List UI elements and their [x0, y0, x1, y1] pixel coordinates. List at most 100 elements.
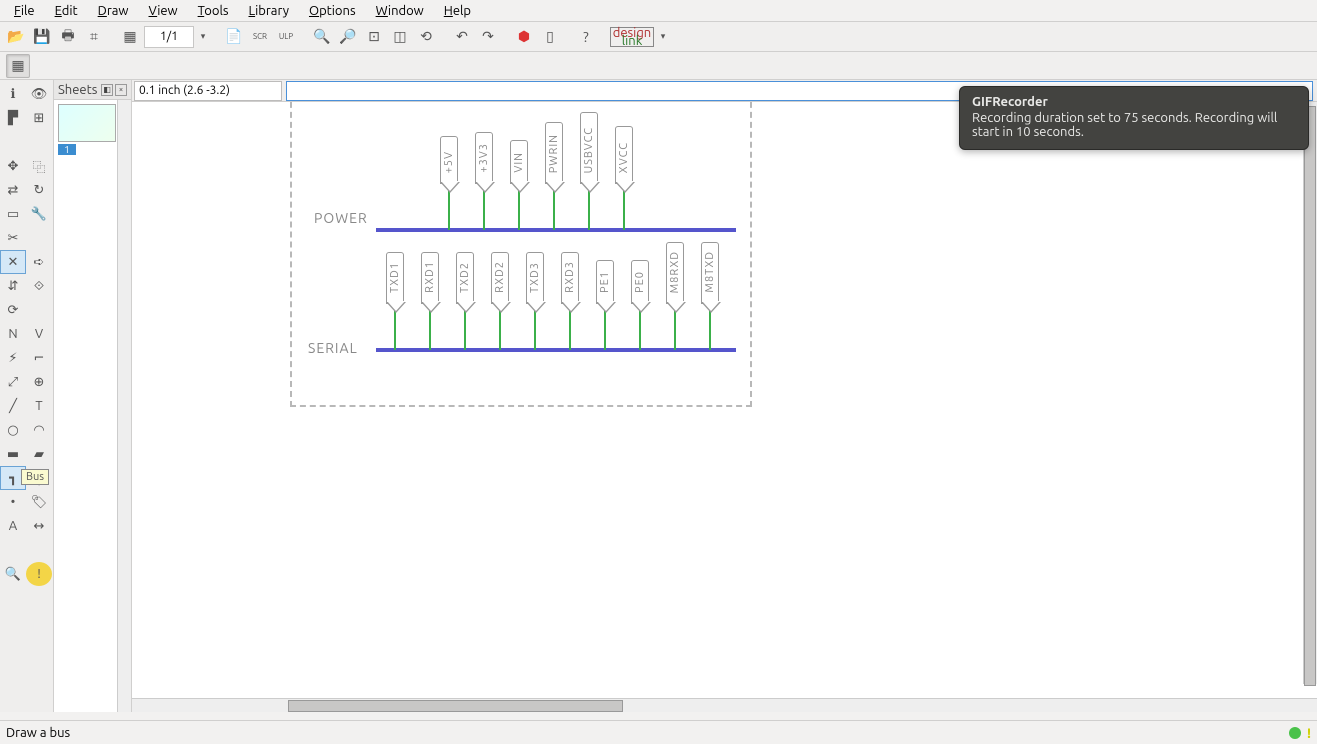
show-tool-icon[interactable]: 👁	[26, 82, 52, 106]
rect-tool-icon[interactable]: ▬	[0, 442, 26, 466]
invoke-tool-icon[interactable]: ⊕	[26, 370, 52, 394]
net-label[interactable]: USBVCC	[580, 112, 598, 184]
junction-tool-icon[interactable]: •	[0, 490, 26, 514]
menu-view[interactable]: View	[139, 2, 188, 20]
delete-tool-icon[interactable]: ✕	[0, 250, 26, 274]
layer-select[interactable]: 1/1	[144, 26, 194, 48]
net-label[interactable]: PE0	[631, 260, 649, 304]
cam-icon[interactable]: ⌗	[82, 25, 106, 49]
save-icon[interactable]: 💾	[30, 25, 54, 49]
add-tool-icon[interactable]: ➪	[26, 250, 52, 274]
menu-tools[interactable]: Tools	[188, 2, 239, 20]
zoom-redraw-icon[interactable]: ⟲	[414, 25, 438, 49]
go-icon[interactable]: ▯	[538, 25, 562, 49]
designlink-button[interactable]: design link	[610, 27, 654, 47]
attribute-tool-icon[interactable]: A	[0, 514, 26, 538]
info-tool-icon[interactable]: ℹ	[0, 82, 26, 106]
notification-body: Recording duration set to 75 seconds. Re…	[972, 111, 1296, 139]
zoom-fit-icon[interactable]: ⊡	[362, 25, 386, 49]
script2-icon[interactable]: ULP	[274, 25, 298, 49]
copy-tool-icon[interactable]: ⿻	[26, 154, 52, 178]
rotate-tool-icon[interactable]: ↻	[26, 178, 52, 202]
mark-tool-icon[interactable]: ⊞	[26, 106, 52, 130]
stop-icon[interactable]: ⬢	[512, 25, 536, 49]
menu-window[interactable]: Window	[366, 2, 434, 20]
menu-draw[interactable]: Draw	[88, 2, 139, 20]
menu-library[interactable]: Library	[239, 2, 299, 20]
board-icon[interactable]: ▦	[118, 25, 142, 49]
smash-tool-icon[interactable]: ⚡	[0, 346, 26, 370]
zoom-in-icon[interactable]: 🔍	[310, 25, 334, 49]
replace-tool-icon[interactable]: ⟳	[0, 298, 26, 322]
help-icon[interactable]: ?	[574, 25, 598, 49]
undo-icon[interactable]: ↶	[450, 25, 474, 49]
net-label[interactable]: +5V	[440, 136, 458, 184]
layer-dropdown-icon[interactable]: ▾	[196, 31, 210, 42]
menu-file[interactable]: File	[4, 2, 45, 20]
move-tool-icon[interactable]: ✥	[0, 154, 26, 178]
canvas-vscroll[interactable]	[1303, 102, 1317, 684]
tool-palette: ℹ👁 ▛⊞ ✥⿻ ⇄↻ ▭🔧 ✂ ✕➪ ⇵⟐ ⟳ NV ⚡⌐ ⤢⊕ ╱T ○◠ …	[0, 80, 54, 712]
net-label[interactable]: PWRIN	[545, 122, 563, 184]
text-tool-icon[interactable]: T	[26, 394, 52, 418]
dimension-tool-icon[interactable]: ↔	[26, 514, 52, 538]
zoom-select-icon[interactable]: ◫	[388, 25, 412, 49]
canvas-hscroll[interactable]	[132, 698, 1317, 712]
script1-icon[interactable]: SCR	[248, 25, 272, 49]
open-icon[interactable]: 📂	[4, 25, 28, 49]
mirror-tool-icon[interactable]: ⇄	[0, 178, 26, 202]
sheets-close-icon[interactable]: ×	[115, 84, 127, 96]
redo-icon[interactable]: ↷	[476, 25, 500, 49]
erc-tool-icon[interactable]: 🔍	[0, 562, 26, 586]
menu-edit[interactable]: Edit	[45, 2, 88, 20]
change-tool-icon[interactable]: 🔧	[26, 202, 52, 226]
circle-tool-icon[interactable]: ○	[0, 418, 26, 442]
net-label[interactable]: TXD3	[526, 252, 544, 304]
designlink-dropdown-icon[interactable]: ▾	[656, 31, 670, 42]
cut-tool-icon[interactable]: ✂	[0, 226, 26, 250]
main-toolbar: 📂 💾 🖶 ⌗ ▦ 1/1 ▾ 📄 SCR ULP 🔍 🔎 ⊡ ◫ ⟲ ↶ ↷ …	[0, 22, 1317, 52]
parameter-toolbar: ▦	[0, 52, 1317, 80]
sheet-icon[interactable]: 📄	[222, 25, 246, 49]
bus-power[interactable]	[376, 228, 736, 232]
net-label[interactable]: PE1	[596, 260, 614, 304]
coord-display: 0.1 inch (2.6 -3.2)	[134, 81, 282, 101]
sheets-detach-icon[interactable]: ◧	[101, 84, 113, 96]
net-pin	[464, 310, 466, 350]
net-label[interactable]: RXD1	[421, 252, 439, 304]
net-label[interactable]: M8RXD	[666, 242, 684, 304]
pinswap-tool-icon[interactable]: ⇵	[0, 274, 26, 298]
net-label[interactable]: TXD2	[456, 252, 474, 304]
net-label[interactable]: TXD1	[386, 252, 404, 304]
arc-tool-icon[interactable]: ◠	[26, 418, 52, 442]
net-label[interactable]: +3V3	[475, 132, 493, 184]
layer-tool-icon[interactable]: ▛	[0, 106, 26, 130]
status-text: Draw a bus	[6, 726, 70, 740]
sheet-page-badge: 1	[58, 144, 76, 155]
label-tool-icon[interactable]: 🏷	[26, 490, 52, 514]
wire-tool-icon[interactable]: ╱	[0, 394, 26, 418]
net-label[interactable]: RXD2	[491, 252, 509, 304]
bus-label-serial: SERIAL	[308, 340, 358, 356]
net-label[interactable]: XVCC	[615, 126, 633, 184]
net-label[interactable]: RXD3	[561, 252, 579, 304]
net-label[interactable]: M8TXD	[701, 242, 719, 304]
net-label[interactable]: VIN	[510, 140, 528, 184]
errors-tool-icon[interactable]: !	[26, 562, 52, 586]
name-tool-icon[interactable]: N	[0, 322, 26, 346]
split-tool-icon[interactable]: ⤢	[0, 370, 26, 394]
print-icon[interactable]: 🖶	[56, 25, 80, 49]
sheets-scrollbar[interactable]	[117, 100, 131, 712]
menu-help[interactable]: Help	[434, 2, 481, 20]
miter-tool-icon[interactable]: ⌐	[26, 346, 52, 370]
zoom-out-icon[interactable]: 🔎	[336, 25, 360, 49]
sheet-thumbnail[interactable]	[58, 104, 116, 142]
group-tool-icon[interactable]: ▭	[0, 202, 26, 226]
polygon-tool-icon[interactable]: ▰	[26, 442, 52, 466]
gateswap-tool-icon[interactable]: ⟐	[26, 274, 52, 298]
bus-tool-icon[interactable]: ┓ Bus	[0, 466, 26, 490]
schematic-canvas[interactable]: POWER SERIAL +5V+3V3VINPWRINUSBVCCXVCCTX…	[132, 102, 1317, 698]
grid-style-icon[interactable]: ▦	[6, 54, 30, 78]
value-tool-icon[interactable]: V	[26, 322, 52, 346]
menu-options[interactable]: Options	[299, 2, 366, 20]
